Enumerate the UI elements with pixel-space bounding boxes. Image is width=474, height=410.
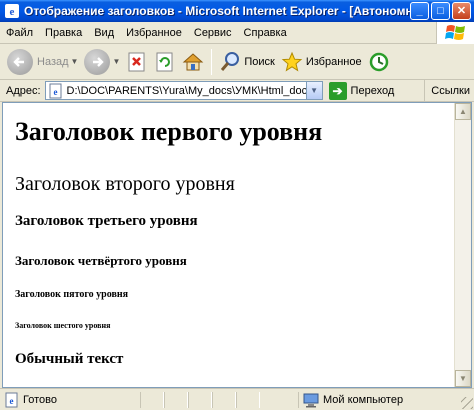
back-arrow-icon <box>7 48 33 75</box>
address-label: Адрес: <box>6 84 41 97</box>
home-icon <box>182 51 204 73</box>
go-label: Переход <box>350 84 395 97</box>
close-button[interactable]: ✕ <box>452 2 471 20</box>
plain-text: Обычный текст <box>15 351 124 367</box>
menu-view[interactable]: Вид <box>88 24 120 42</box>
page-icon: e <box>48 83 64 99</box>
history-icon <box>368 51 390 73</box>
stop-icon <box>126 51 148 73</box>
scroll-down-icon[interactable]: ▼ <box>455 370 471 387</box>
ie-icon: e <box>4 3 20 19</box>
status-bar: e Готово Мой компьютер <box>0 388 474 410</box>
address-input[interactable]: e D:\DOC\PARENTS\Yura\My_docs\УМК\Html_d… <box>44 81 323 100</box>
menu-edit[interactable]: Правка <box>39 24 88 42</box>
history-button[interactable] <box>365 47 393 77</box>
search-icon <box>219 51 241 73</box>
heading-level-4: Заголовок четвёртого уровня <box>15 253 187 268</box>
stop-button[interactable] <box>123 47 151 77</box>
menu-help[interactable]: Справка <box>238 24 293 42</box>
status-cell <box>236 391 260 408</box>
vertical-scrollbar[interactable]: ▲ ▼ <box>454 103 471 387</box>
heading-level-5: Заголовок пятого уровня <box>15 289 129 300</box>
status-cell <box>164 391 188 408</box>
heading-level-2: Заголовок второго уровня <box>15 173 235 195</box>
search-button[interactable]: Поиск <box>216 47 277 77</box>
minimize-button[interactable]: _ <box>410 2 429 20</box>
svg-text:e: e <box>10 6 15 18</box>
status-cell <box>212 391 236 408</box>
toolbar-separator <box>211 48 213 75</box>
status-cell <box>140 391 164 408</box>
security-zone: Мой компьютер <box>298 391 474 408</box>
maximize-button[interactable]: □ <box>431 2 450 20</box>
svg-text:e: e <box>10 396 14 406</box>
chevron-down-icon[interactable]: ▼ <box>112 57 120 66</box>
status-cell <box>188 391 212 408</box>
search-label: Поиск <box>244 55 275 68</box>
title-bar[interactable]: e Отображение заголовков - Microsoft Int… <box>0 0 474 22</box>
scroll-up-icon[interactable]: ▲ <box>455 103 471 120</box>
menu-tools[interactable]: Сервис <box>188 24 238 42</box>
refresh-icon <box>154 51 176 73</box>
standard-toolbar: Назад ▼ ▼ Поиск Избранное <box>0 44 474 80</box>
chevron-down-icon[interactable]: ▼ <box>71 57 79 66</box>
favorites-star-icon <box>281 51 303 73</box>
favorites-button[interactable]: Избранное <box>278 47 365 77</box>
menu-bar: Файл Правка Вид Избранное Сервис Справка <box>0 22 474 44</box>
menu-favorites[interactable]: Избранное <box>120 24 188 42</box>
favorites-label: Избранное <box>305 55 362 68</box>
home-button[interactable] <box>179 47 207 77</box>
page-done-icon: e <box>4 392 20 408</box>
menu-file[interactable]: Файл <box>0 24 39 42</box>
window-title: Отображение заголовков - Microsoft Inter… <box>24 4 410 18</box>
go-button[interactable]: ➔ Переход <box>328 81 395 100</box>
svg-text:e: e <box>53 87 57 97</box>
back-button[interactable]: Назад ▼ <box>4 47 81 77</box>
status-main: e Готово <box>0 392 140 408</box>
page-viewport[interactable]: Заголовок первого уровня Заголовок второ… <box>2 102 472 388</box>
heading-level-6: Заголовок шестого уровня <box>15 321 111 330</box>
go-arrow-icon: ➔ <box>328 81 347 100</box>
address-bar: Адрес: e D:\DOC\PARENTS\Yura\My_docs\УМК… <box>0 79 474 102</box>
resize-grip-icon[interactable] <box>461 397 473 409</box>
forward-button[interactable]: ▼ <box>81 47 123 77</box>
windows-logo-icon <box>436 22 474 44</box>
heading-level-1: Заголовок первого уровня <box>15 117 323 146</box>
zone-label: Мой компьютер <box>323 393 404 406</box>
links-button[interactable]: Ссылки <box>424 79 474 102</box>
status-text: Готово <box>23 393 57 406</box>
forward-arrow-icon <box>84 48 111 75</box>
refresh-button[interactable] <box>151 47 179 77</box>
page-content: Заголовок первого уровня Заголовок второ… <box>3 103 455 387</box>
address-value: D:\DOC\PARENTS\Yura\My_docs\УМК\Html_doc… <box>66 84 306 97</box>
chevron-down-icon[interactable]: ▼ <box>305 82 322 99</box>
back-label: Назад <box>37 55 69 68</box>
heading-level-3: Заголовок третьего уровня <box>15 213 198 229</box>
my-computer-icon <box>303 392 319 408</box>
